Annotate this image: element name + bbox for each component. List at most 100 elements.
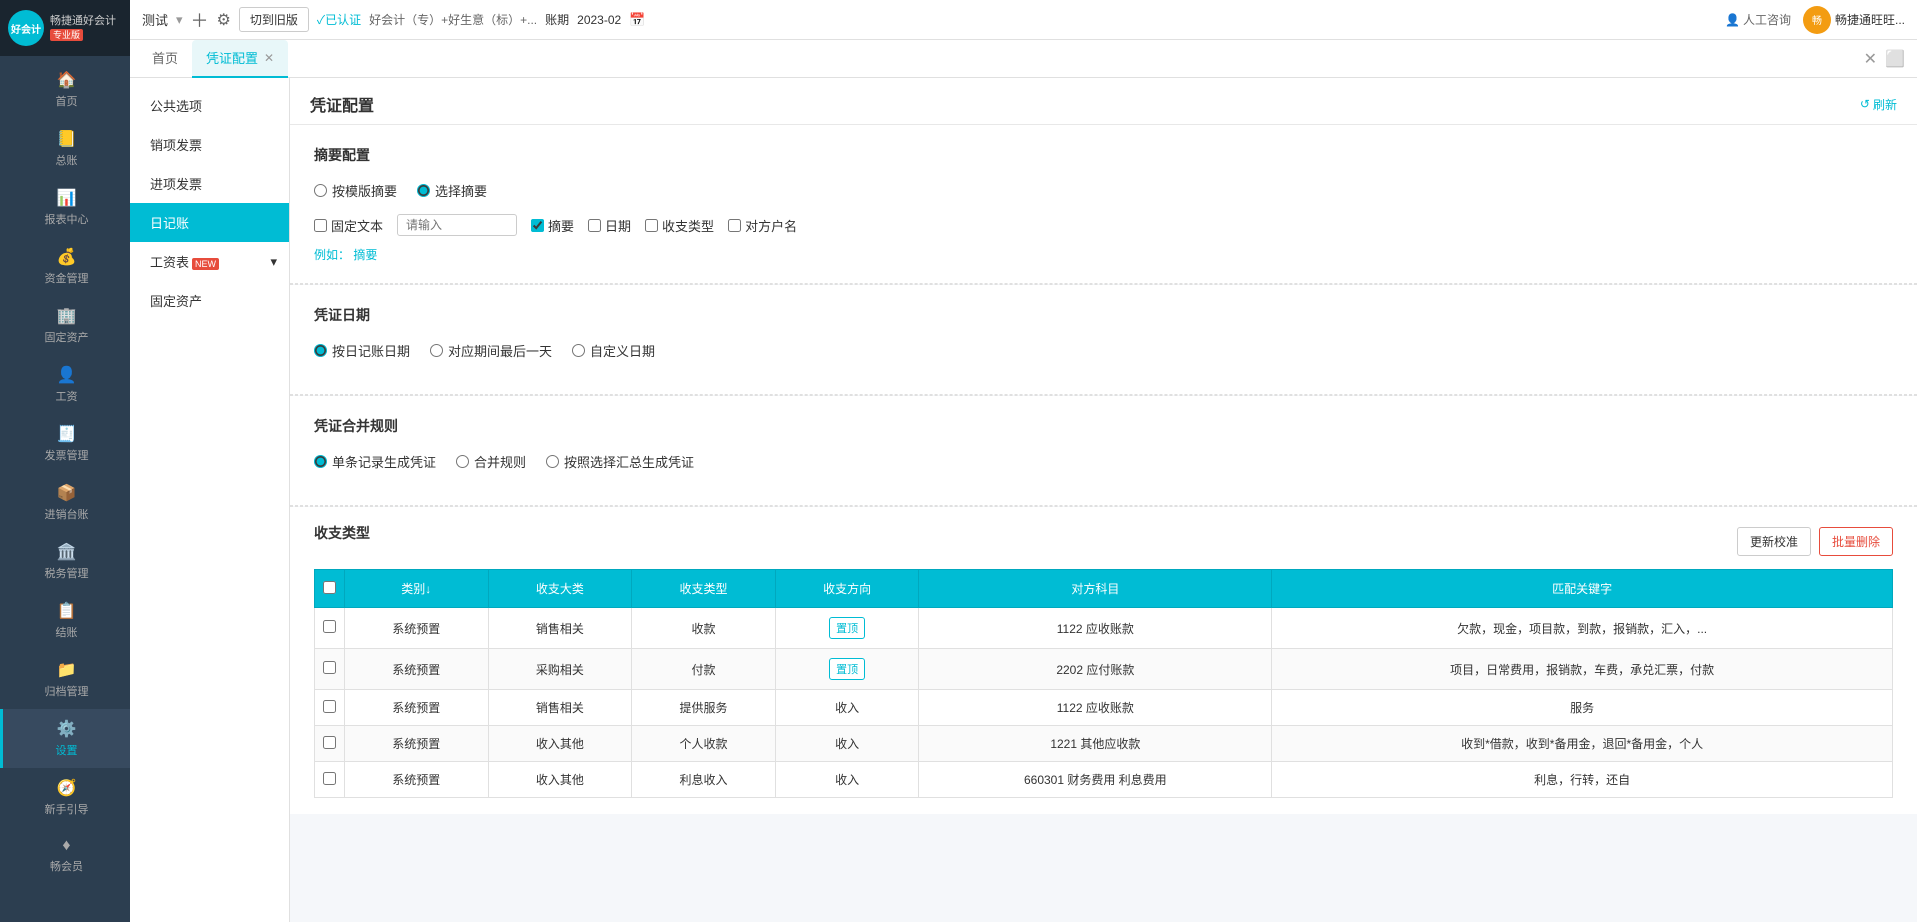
new-badge: NEW [192,258,219,270]
row-checkbox[interactable] [323,620,336,633]
switch-version-button[interactable]: 切到旧版 [239,7,309,32]
nav-label: 税务管理 [45,565,89,581]
nav-icon: ♦ [62,837,70,855]
direction-tag-button[interactable]: 置顶 [829,658,865,680]
nav-icon: 🧭 [57,778,77,798]
maximize-window-icon[interactable]: ⬜ [1885,49,1905,69]
sidebar-item-设置[interactable]: ⚙️ 设置 [0,709,130,768]
period-label: 账期 [545,11,569,28]
update-calibrate-button[interactable]: 更新校准 [1737,527,1811,556]
row-checkbox[interactable] [323,772,336,785]
sidebar-item-发票管理[interactable]: 🧾 发票管理 [0,414,130,473]
topbar: 测试 ▾ ＋ ⚙ 切到旧版 ✓已认证 好会计（专）+好生意（标）+... 账期 … [130,0,1917,40]
row-category: 系统预置 [345,608,489,649]
row-checkbox-cell[interactable] [315,649,345,690]
row-sub-type: 利息收入 [632,762,776,798]
radio-template-summary[interactable]: 按模版摘要 [314,181,397,200]
sidebar-item-报表中心[interactable]: 📊 报表中心 [0,178,130,237]
merge-rule-radio-group: 单条记录生成凭证 合并规则 按照选择汇总生成凭证 [314,452,1893,471]
table-row: 系统预置 销售相关 收款 置顶 1122 应收账款 欠款，现金，项目款，到款，报… [315,608,1893,649]
checkbox-fixed-text[interactable]: 固定文本 [314,216,383,235]
row-checkbox-cell[interactable] [315,762,345,798]
left-panel-item-公共选项[interactable]: 公共选项 [130,86,289,125]
tab-voucher-config[interactable]: 凭证配置 ✕ [192,40,288,78]
nav-icon: 👤 [57,365,77,385]
avatar: 畅 [1803,6,1831,34]
radio-single-record[interactable]: 单条记录生成凭证 [314,452,436,471]
sidebar-item-归档管理[interactable]: 📁 归档管理 [0,650,130,709]
page-header: 凭证配置 ↺ 刷新 [290,78,1917,125]
nav-label: 总账 [56,152,78,168]
checkbox-counterpart-name[interactable]: 对方户名 [728,216,797,235]
sidebar-item-结账[interactable]: 📋 结账 [0,591,130,650]
radio-last-day[interactable]: 对应期间最后一天 [430,341,552,360]
radio-select-summary[interactable]: 选择摘要 [417,181,487,200]
sidebar-item-总账[interactable]: 📒 总账 [0,119,130,178]
sidebar-item-固定资产[interactable]: 🏢 固定资产 [0,296,130,355]
nav-label: 设置 [56,742,78,758]
row-checkbox[interactable] [323,700,336,713]
logo-text: 畅捷通好会计 专业版 [50,14,116,43]
radio-summary-generate[interactable]: 按照选择汇总生成凭证 [546,452,694,471]
th-sub-type: 收支类型 [632,570,776,608]
window-controls: ✕ ⬜ [1864,49,1917,69]
batch-delete-button[interactable]: 批量删除 [1819,527,1893,556]
sidebar-item-首页[interactable]: 🏠 首页 [0,60,130,119]
topbar-gear-icon[interactable]: ⚙ [217,10,231,30]
left-panel-item-销项发票[interactable]: 销项发票 [130,125,289,164]
radio-merge-rule[interactable]: 合并规则 [456,452,526,471]
nav-label: 工资 [56,388,78,404]
sidebar-item-畅会员[interactable]: ♦ 畅会员 [0,827,130,884]
fixed-text-input[interactable] [397,214,517,236]
sidebar-item-工资[interactable]: 👤 工资 [0,355,130,414]
calendar-icon[interactable]: 📅 [629,12,645,28]
table-actions: 更新校准 批量删除 [1737,527,1893,556]
tab-home[interactable]: 首页 [138,40,192,78]
row-keywords: 项目，日常费用，报销款，车费，承兑汇票，付款 [1272,649,1893,690]
checkbox-date[interactable]: 日期 [588,216,631,235]
merge-rule-section: 凭证合并规则 单条记录生成凭证 合并规则 按照选择汇总生成凭证 [290,396,1917,506]
th-direction: 收支方向 [775,570,919,608]
row-checkbox-cell[interactable] [315,608,345,649]
th-account: 对方科目 [919,570,1272,608]
left-panel-item-进项发票[interactable]: 进项发票 [130,164,289,203]
row-sub-type: 付款 [632,649,776,690]
row-checkbox-cell[interactable] [315,726,345,762]
row-direction: 收入 [775,762,919,798]
sidebar-item-进销台账[interactable]: 📦 进销台账 [0,473,130,532]
topbar-tags: 好会计（专）+好生意（标）+... [369,11,537,28]
nav-icon: 🏢 [57,306,77,326]
direction-tag-button[interactable]: 置顶 [829,617,865,639]
row-checkbox-cell[interactable] [315,690,345,726]
refresh-button[interactable]: ↺ 刷新 [1860,96,1897,113]
nav-icon: 📊 [57,188,77,208]
sidebar-nav: 🏠 首页📒 总账📊 报表中心💰 资金管理🏢 固定资产👤 工资🧾 发票管理📦 [0,56,130,922]
th-checkbox[interactable] [315,570,345,608]
consult-button[interactable]: 👤 人工咨询 [1725,11,1791,28]
radio-journal-date[interactable]: 按日记账日期 [314,341,410,360]
checkbox-summary[interactable]: 摘要 [531,216,574,235]
nav-label: 新手引导 [45,801,89,817]
row-checkbox[interactable] [323,736,336,749]
tab-close-icon[interactable]: ✕ [264,51,274,65]
left-panel-item-工资表[interactable]: 工资表NEW▾ [130,242,289,281]
nav-icon: 🏛️ [57,542,77,562]
topbar-add[interactable]: ＋ [191,7,209,33]
close-window-icon[interactable]: ✕ [1864,49,1877,69]
sidebar-item-税务管理[interactable]: 🏛️ 税务管理 [0,532,130,591]
th-keywords: 匹配关键字 [1272,570,1893,608]
radio-custom-date[interactable]: 自定义日期 [572,341,655,360]
select-all-checkbox[interactable] [323,581,336,594]
nav-label: 固定资产 [45,329,89,345]
sidebar-item-新手引导[interactable]: 🧭 新手引导 [0,768,130,827]
checkbox-income-type[interactable]: 收支类型 [645,216,714,235]
row-checkbox[interactable] [323,661,336,674]
row-main-type: 销售相关 [488,608,632,649]
left-panel-item-固定资产[interactable]: 固定资产 [130,281,289,320]
row-account: 1122 应收账款 [919,690,1272,726]
left-panel-item-日记账[interactable]: 日记账 [130,203,289,242]
nav-label: 首页 [56,93,78,109]
content-area: 公共选项销项发票进项发票日记账工资表NEW▾固定资产 凭证配置 ↺ 刷新 摘要配… [130,78,1917,922]
row-keywords: 服务 [1272,690,1893,726]
sidebar-item-资金管理[interactable]: 💰 资金管理 [0,237,130,296]
